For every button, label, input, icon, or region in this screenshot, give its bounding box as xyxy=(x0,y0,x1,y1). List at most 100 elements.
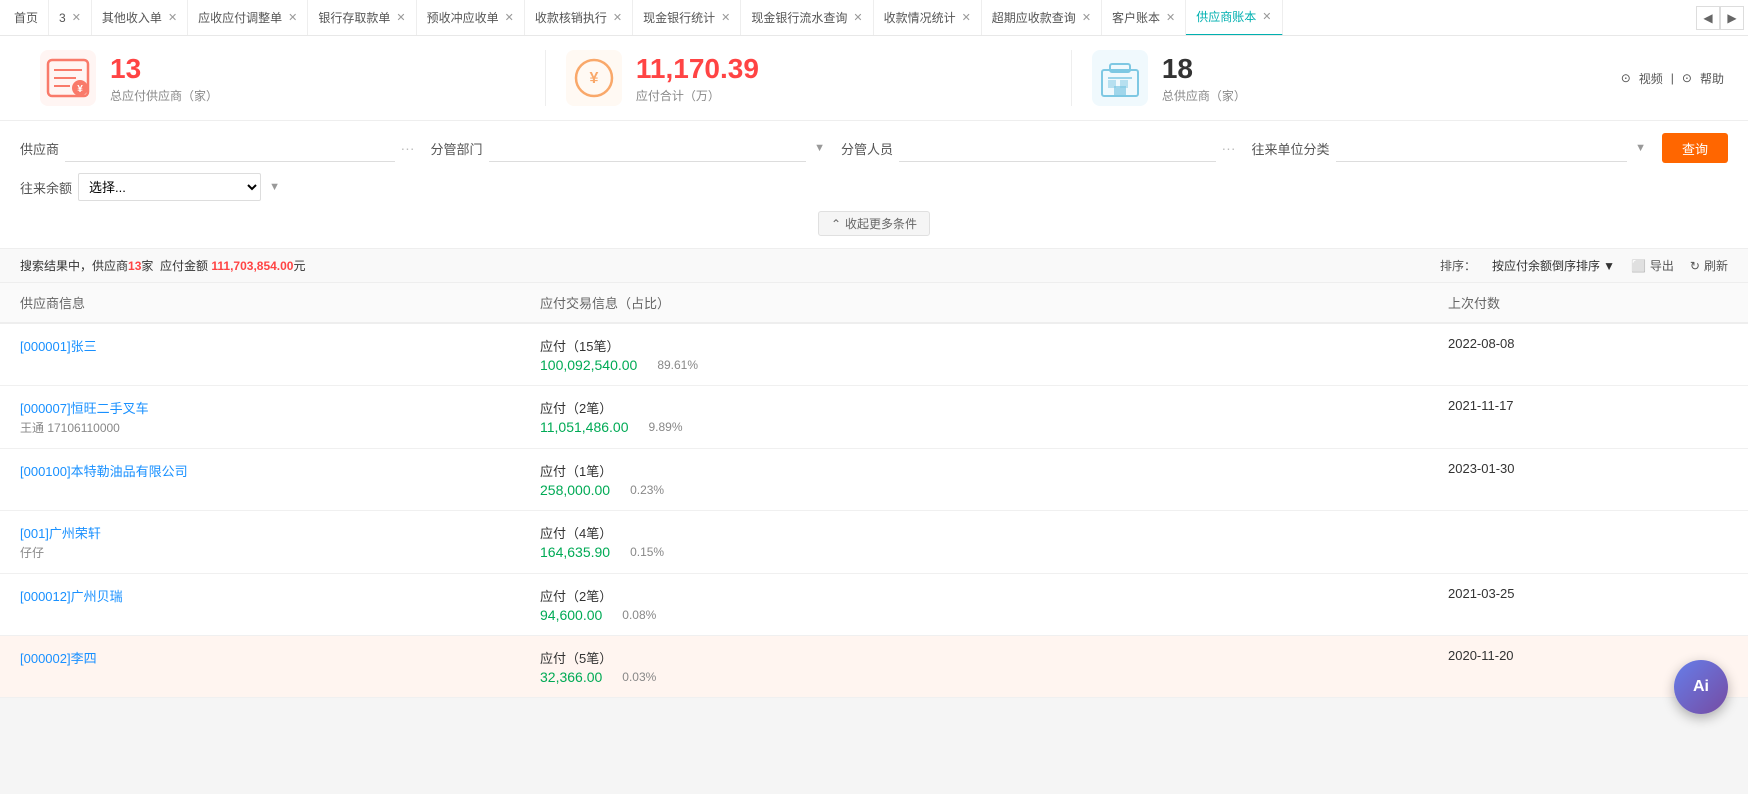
payable-total-label: 应付合计（万） xyxy=(636,87,1051,104)
refresh-label: 刷新 xyxy=(1704,257,1728,274)
tx-amount-3[interactable]: 164,635.90 xyxy=(540,544,610,560)
collapse-button[interactable]: ⌃ 收起更多条件 xyxy=(818,211,930,236)
filter-row-2: 往来余额 选择... ▼ xyxy=(20,173,1728,201)
tx-amount-0[interactable]: 100,092,540.00 xyxy=(540,357,637,373)
supplier-link-1[interactable]: [000007]恒旺二手叉车 xyxy=(20,398,540,417)
dept-input[interactable] xyxy=(489,134,807,162)
nav-tab-bank[interactable]: 银行存取款单 ✕ xyxy=(308,0,416,36)
refresh-icon: ↻ xyxy=(1690,259,1700,273)
nav-next-button[interactable]: ▶ xyxy=(1720,6,1744,30)
transaction-cell-0: 应付（15笔） 100,092,540.00 89.61% xyxy=(540,336,1448,373)
nav-tab-supplier-book[interactable]: 供应商账本 ✕ xyxy=(1186,0,1282,36)
payable-suppliers-icon: ¥ xyxy=(40,50,96,106)
supplier-table: 供应商信息 应付交易信息（占比） 上次付数 [000001]张三 应付（15笔）… xyxy=(0,283,1748,698)
transaction-cell-2: 应付（1笔） 258,000.00 0.23% xyxy=(540,461,1448,498)
nav-tab-cash-flow-close[interactable]: ✕ xyxy=(853,11,862,24)
tx-amount-1[interactable]: 11,051,486.00 xyxy=(540,419,629,435)
tx-row-0: 100,092,540.00 89.61% xyxy=(540,357,1448,373)
video-link[interactable]: 视频 xyxy=(1639,70,1663,87)
tx-label-4: 应付（2笔） xyxy=(540,586,1448,605)
transaction-cell-5: 应付（5笔） 32,366.00 0.03% xyxy=(540,648,1448,685)
tx-amount-2[interactable]: 258,000.00 xyxy=(540,482,610,498)
filter-person: 分管人员 ··· xyxy=(841,134,1236,162)
nav-tab-collection[interactable]: 收款核销执行 ✕ xyxy=(525,0,633,36)
nav-tab-other-income-close[interactable]: ✕ xyxy=(168,11,177,24)
table-row: [000012]广州贝瑞 应付（2笔） 94,600.00 0.08% 2021… xyxy=(0,574,1748,636)
nav-tab-adjustment[interactable]: 应收应付调整单 ✕ xyxy=(188,0,308,36)
balance-chevron-icon[interactable]: ▼ xyxy=(269,181,280,193)
nav-prev-button[interactable]: ◀ xyxy=(1696,6,1720,30)
nav-tab-cash-stats-label: 现金银行统计 xyxy=(643,9,715,26)
payable-total-number: 11,170.39 xyxy=(636,52,1051,86)
supplier-dots-icon[interactable]: ··· xyxy=(401,140,415,156)
tx-amount-5[interactable]: 32,366.00 xyxy=(540,669,602,685)
nav-tab-collection-close[interactable]: ✕ xyxy=(613,11,622,24)
tx-label-1: 应付（2笔） xyxy=(540,398,1448,417)
tx-amount-4[interactable]: 94,600.00 xyxy=(540,607,602,623)
dept-chevron-icon[interactable]: ▼ xyxy=(814,142,825,154)
balance-select[interactable]: 选择... xyxy=(78,173,261,201)
col-header-supplier: 供应商信息 xyxy=(20,293,540,312)
nav-tab-customer-book[interactable]: 客户账本 ✕ xyxy=(1102,0,1186,36)
nav-tab-customer-book-label: 客户账本 xyxy=(1112,9,1160,26)
help-link[interactable]: 帮助 xyxy=(1700,70,1724,87)
nav-tab-collection-stats-label: 收款情况统计 xyxy=(884,9,956,26)
filter-category: 往来单位分类 ▼ xyxy=(1252,134,1647,162)
nav-tab-3[interactable]: 3 ✕ xyxy=(49,0,92,36)
nav-tab-3-label: 3 xyxy=(59,11,66,25)
supplier-link-4[interactable]: [000012]广州贝瑞 xyxy=(20,586,540,605)
supplier-link-3[interactable]: [001]广州荣轩 xyxy=(20,523,540,542)
summary-card-payable-suppliers: ¥ 13 总应付供应商（家） xyxy=(20,50,546,106)
transaction-cell-1: 应付（2笔） 11,051,486.00 9.89% xyxy=(540,398,1448,435)
sort-select[interactable]: 按应付余额倒序排序 ▼ xyxy=(1492,257,1615,274)
nav-tab-bank-close[interactable]: ✕ xyxy=(396,11,405,24)
search-button[interactable]: 查询 xyxy=(1662,133,1728,163)
filter-area: 供应商 ··· 分管部门 ▼ 分管人员 ··· 往来单位分类 ▼ 查询 往来余额 xyxy=(0,121,1748,249)
collapse-label: 收起更多条件 xyxy=(845,215,917,232)
nav-tab-collection-stats-close[interactable]: ✕ xyxy=(962,11,971,24)
table-row: [000002]李四 应付（5笔） 32,366.00 0.03% 2020-1… xyxy=(0,636,1748,698)
tx-label-3: 应付（4笔） xyxy=(540,523,1448,542)
ai-assistant-button[interactable]: Ai xyxy=(1674,660,1728,714)
nav-tab-supplier-book-close[interactable]: ✕ xyxy=(1262,10,1271,23)
category-chevron-icon[interactable]: ▼ xyxy=(1635,142,1646,154)
export-icon: ⬜ xyxy=(1631,259,1646,273)
supplier-link-2[interactable]: [000100]本特勒油品有限公司 xyxy=(20,461,540,480)
nav-tab-advance[interactable]: 预收冲应收单 ✕ xyxy=(417,0,525,36)
nav-tab-cash-stats[interactable]: 现金银行统计 ✕ xyxy=(633,0,741,36)
nav-tab-cash-stats-close[interactable]: ✕ xyxy=(721,11,730,24)
tx-percent-5: 0.03% xyxy=(622,670,656,684)
supplier-link-5[interactable]: [000002]李四 xyxy=(20,648,540,667)
help-icon: ⊙ xyxy=(1682,71,1692,85)
payable-total-icon: ¥ xyxy=(566,50,622,106)
nav-tab-other-income-label: 其他收入单 xyxy=(102,9,162,26)
nav-tab-other-income[interactable]: 其他收入单 ✕ xyxy=(92,0,188,36)
summary-card-1-content: 13 总应付供应商（家） xyxy=(110,52,525,105)
person-label: 分管人员 xyxy=(841,139,893,158)
nav-tab-customer-book-close[interactable]: ✕ xyxy=(1166,11,1175,24)
person-input[interactable] xyxy=(899,134,1215,162)
refresh-button[interactable]: ↻ 刷新 xyxy=(1690,257,1728,274)
nav-tab-3-close[interactable]: ✕ xyxy=(72,11,81,24)
supplier-link-0[interactable]: [000001]张三 xyxy=(20,336,540,355)
category-input[interactable] xyxy=(1336,134,1628,162)
nav-tab-advance-close[interactable]: ✕ xyxy=(505,11,514,24)
nav-tab-overdue[interactable]: 超期应收款查询 ✕ xyxy=(982,0,1102,36)
nav-tab-cash-flow[interactable]: 现金银行流水查询 ✕ xyxy=(741,0,873,36)
nav-tab-adjustment-close[interactable]: ✕ xyxy=(288,11,297,24)
nav-tab-overdue-close[interactable]: ✕ xyxy=(1082,11,1091,24)
nav-tab-adjustment-label: 应收应付调整单 xyxy=(198,9,282,26)
lastpay-cell-0: 2022-08-08 xyxy=(1448,336,1728,351)
supplier-input[interactable] xyxy=(65,134,394,162)
tx-row-3: 164,635.90 0.15% xyxy=(540,544,1448,560)
nav-tab-home[interactable]: 首页 xyxy=(4,0,49,36)
tx-row-2: 258,000.00 0.23% xyxy=(540,482,1448,498)
export-label: 导出 xyxy=(1650,257,1674,274)
supplier-label: 供应商 xyxy=(20,139,59,158)
results-actions: 排序： 按应付余额倒序排序 ▼ ⬜ 导出 ↻ 刷新 xyxy=(1440,257,1728,274)
nav-tab-collection-stats[interactable]: 收款情况统计 ✕ xyxy=(874,0,982,36)
summary-card-payable-total: ¥ 11,170.39 应付合计（万） xyxy=(546,50,1072,106)
export-button[interactable]: ⬜ 导出 xyxy=(1631,257,1674,274)
summary-card-total-suppliers: 18 总供应商（家） xyxy=(1072,50,1597,106)
person-dots-icon[interactable]: ··· xyxy=(1222,140,1236,156)
